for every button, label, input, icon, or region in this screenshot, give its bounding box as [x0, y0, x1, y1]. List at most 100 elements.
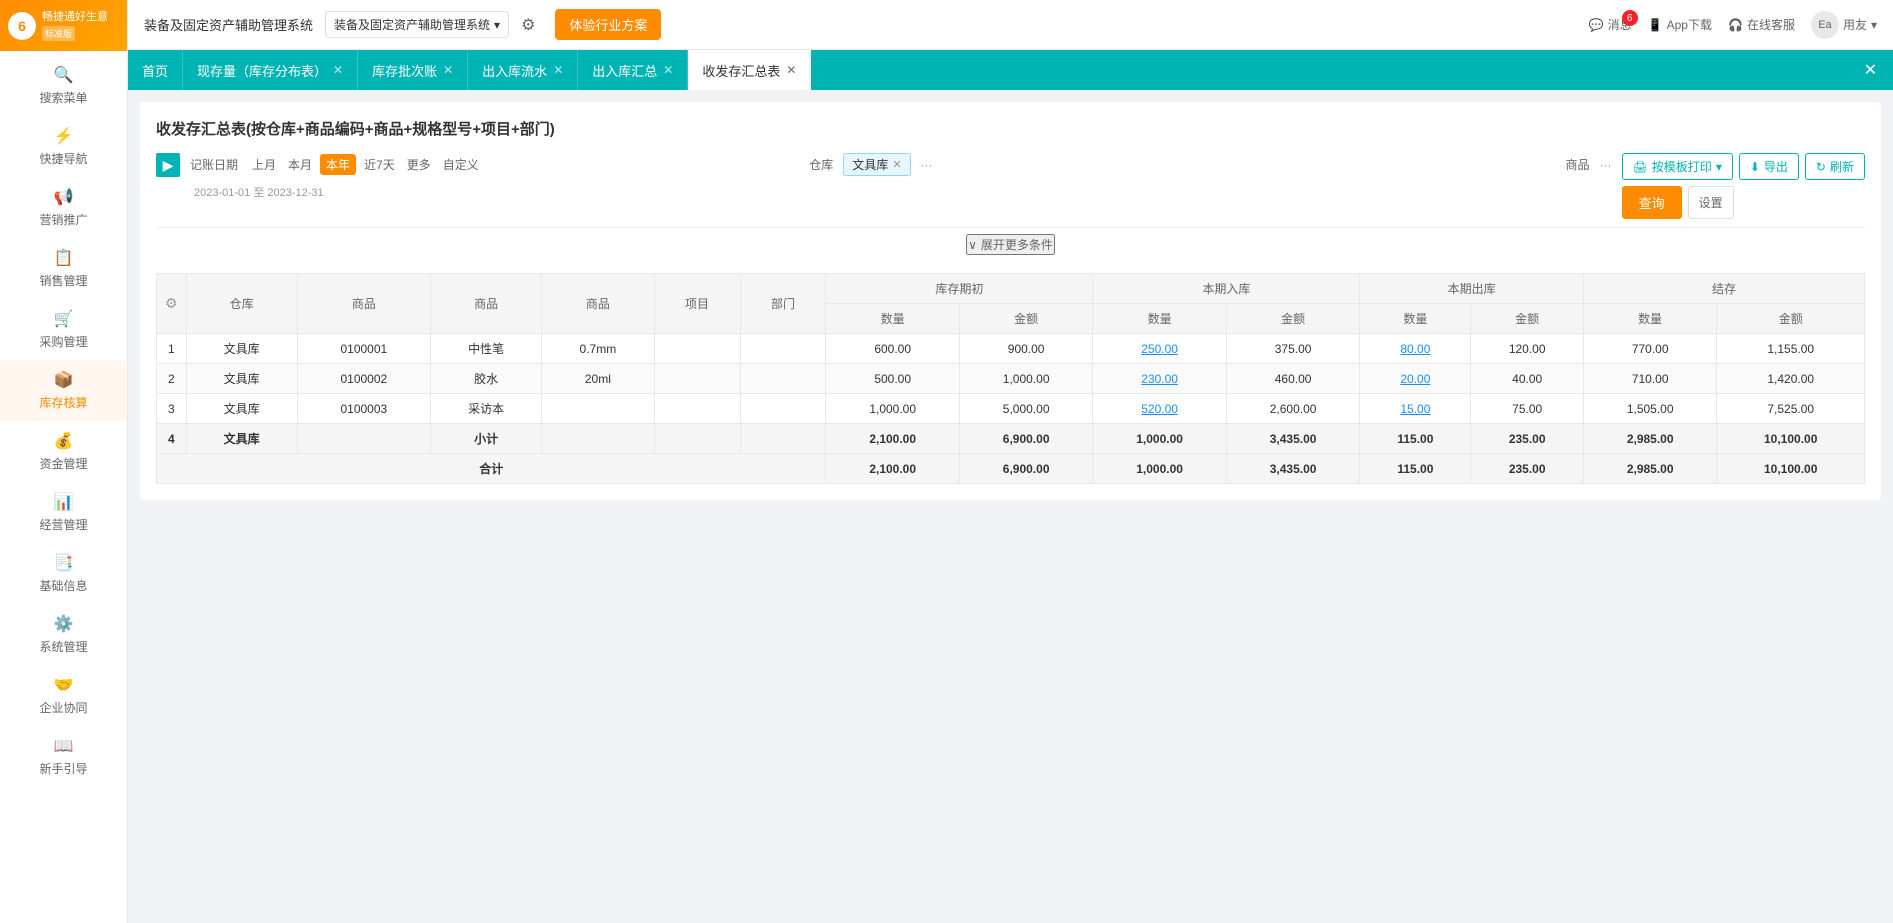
out-qty-link[interactable]: 15.00 — [1400, 402, 1430, 416]
online-service-item[interactable]: 🎧 在线客服 — [1728, 16, 1795, 33]
app-download-label: App下载 — [1667, 16, 1712, 33]
sidebar-item-搜索菜单[interactable]: 🔍搜索菜单 — [0, 55, 127, 116]
in-qty-link[interactable]: 520.00 — [1141, 402, 1178, 416]
out-qty-link[interactable]: 20.00 — [1400, 372, 1430, 386]
sidebar-item-快捷导航[interactable]: ⚡快捷导航 — [0, 116, 127, 177]
user-item[interactable]: Ea 用友 ▾ — [1811, 11, 1877, 39]
row-in-qty: 520.00 — [1093, 394, 1226, 424]
date-btn-this-month[interactable]: 本月 — [284, 154, 316, 175]
footer-label: 合计 — [157, 454, 826, 484]
row-spec — [542, 394, 654, 424]
tab-close-icon[interactable]: ✕ — [443, 63, 453, 77]
tab-收发存汇总表[interactable]: 收发存汇总表✕ — [688, 50, 811, 90]
sidebar-item-基础信息[interactable]: 📑基础信息 — [0, 543, 127, 604]
settings-icon[interactable]: ⚙ — [521, 15, 535, 35]
row-name: 胶水 — [431, 364, 542, 394]
sidebar-icon: 🤝 — [54, 675, 74, 695]
col-spec-header: 商品 — [542, 274, 654, 334]
date-btn-custom[interactable]: 自定义 — [439, 154, 483, 175]
tab-close-icon[interactable]: ✕ — [663, 63, 673, 77]
tab-出入库汇总[interactable]: 出入库汇总✕ — [578, 50, 688, 90]
sidebar-item-label: 基础信息 — [39, 577, 87, 594]
date-btn-7days[interactable]: 近7天 — [360, 154, 399, 175]
export-icon: ⬇ — [1750, 160, 1760, 174]
topbar: 装备及固定资产辅助管理系统 装备及固定资产辅助管理系统 ▾ ⚙ 体验行业方案 💬… — [128, 0, 1893, 50]
row-out-qty: 115.00 — [1360, 424, 1471, 454]
date-btn-more[interactable]: 更多 — [403, 154, 435, 175]
sidebar-item-库存核算[interactable]: 📦库存核算 — [0, 360, 127, 421]
sidebar-item-采购管理[interactable]: 🛒采购管理 — [0, 299, 127, 360]
warehouse-tag-close[interactable]: ✕ — [892, 158, 901, 171]
close-all-tabs-icon[interactable]: ✕ — [1848, 60, 1893, 80]
sidebar-item-销售管理[interactable]: 📋销售管理 — [0, 238, 127, 299]
row-project — [654, 424, 740, 454]
sidebar-item-企业协同[interactable]: 🤝企业协同 — [0, 665, 127, 726]
sidebar-nav: 🔍搜索菜单⚡快捷导航📢营销推广📋销售管理🛒采购管理📦库存核算💰资金管理📊经营管理… — [0, 51, 127, 923]
sidebar-icon: ⚡ — [54, 126, 74, 146]
in-qty-link[interactable]: 250.00 — [1141, 342, 1178, 356]
row-project — [654, 334, 740, 364]
sidebar-item-资金管理[interactable]: 💰资金管理 — [0, 421, 127, 482]
filter-toggle-btn[interactable]: ▶ — [156, 153, 180, 177]
sidebar-item-系统管理[interactable]: ⚙️系统管理 — [0, 604, 127, 665]
expand-more-btn[interactable]: ∨ 展开更多条件 — [966, 234, 1055, 255]
row-project — [654, 364, 740, 394]
warehouse-label: 仓库 — [809, 156, 833, 173]
col-out-header: 本期出库 — [1360, 274, 1584, 304]
tab-close-icon[interactable]: ✕ — [553, 63, 563, 77]
refresh-btn[interactable]: ↻ 刷新 — [1805, 153, 1865, 180]
row-num: 1 — [157, 334, 187, 364]
col-settings: ⚙ — [157, 274, 187, 334]
export-btn[interactable]: ⬇ 导出 — [1739, 153, 1799, 180]
query-btn[interactable]: 查询 — [1622, 186, 1682, 219]
tab-close-icon[interactable]: ✕ — [333, 63, 343, 77]
table-row: 2 文具库 0100002 胶水 20ml 500.00 1,000.00 23… — [157, 364, 1865, 394]
gear-icon[interactable]: ⚙ — [165, 295, 178, 311]
tab-出入库流水[interactable]: 出入库流水✕ — [468, 50, 578, 90]
tab-首页[interactable]: 首页 — [128, 50, 183, 90]
page-title: 收发存汇总表(按仓库+商品编码+商品+规格型号+项目+部门) — [156, 118, 1865, 139]
print-btn[interactable]: 🖨 按模板打印 ▾ — [1622, 153, 1733, 180]
app-download-item[interactable]: 📱 App下载 — [1648, 16, 1712, 33]
table-settings-btn[interactable]: 设置 — [1688, 186, 1734, 219]
row-balance-qty: 710.00 — [1583, 364, 1716, 394]
date-range: 2023-01-01 至 2023-12-31 — [194, 187, 324, 199]
tab-库存批次账[interactable]: 库存批次账✕ — [358, 50, 468, 90]
row-name: 中性笔 — [431, 334, 542, 364]
row-num: 4 — [157, 424, 187, 454]
headset-icon: 🎧 — [1728, 18, 1743, 32]
in-qty-link[interactable]: 230.00 — [1141, 372, 1178, 386]
print-icon: 🖨 — [1633, 160, 1648, 174]
col-opening-amt: 金额 — [959, 304, 1092, 334]
footer-balance-qty: 2,985.00 — [1583, 454, 1716, 484]
sidebar-item-label: 经营管理 — [39, 516, 87, 533]
messages-item[interactable]: 💬 消息 6 — [1589, 16, 1632, 33]
messages-badge: 6 — [1622, 10, 1638, 26]
topbar-system-title: 装备及固定资产辅助管理系统 — [144, 15, 313, 34]
row-dept — [740, 364, 826, 394]
system-dropdown[interactable]: 装备及固定资产辅助管理系统 ▾ — [325, 11, 509, 38]
row-out-amt: 120.00 — [1471, 334, 1584, 364]
row-in-qty: 1,000.00 — [1093, 424, 1226, 454]
footer-in-qty: 1,000.00 — [1093, 454, 1226, 484]
goods-more[interactable]: ··· — [1600, 158, 1612, 172]
col-warehouse-header: 仓库 — [186, 274, 297, 334]
online-service-label: 在线客服 — [1747, 16, 1795, 33]
footer-out-qty: 115.00 — [1360, 454, 1471, 484]
col-in-header: 本期入库 — [1093, 274, 1360, 304]
sidebar-item-营销推广[interactable]: 📢营销推广 — [0, 177, 127, 238]
date-btn-this-year[interactable]: 本年 — [320, 154, 356, 175]
sidebar-item-经营管理[interactable]: 📊经营管理 — [0, 482, 127, 543]
date-btn-last-month[interactable]: 上月 — [248, 154, 280, 175]
avatar: Ea — [1811, 11, 1839, 39]
warehouse-more[interactable]: ··· — [921, 158, 933, 172]
tab-现存量（库存分布表）[interactable]: 现存量（库存分布表）✕ — [183, 50, 358, 90]
tab-close-icon[interactable]: ✕ — [786, 63, 796, 77]
data-table-wrap: ⚙ 仓库 商品 商品 商品 项目 部门 库存期初 本期入库 本期出库 结存 — [156, 273, 1865, 484]
trial-btn[interactable]: 体验行业方案 — [555, 9, 661, 40]
row-balance-amt: 10,100.00 — [1717, 424, 1865, 454]
sidebar-item-新手引导[interactable]: 📖新手引导 — [0, 726, 127, 787]
out-qty-link[interactable]: 80.00 — [1400, 342, 1430, 356]
row-balance-amt: 1,420.00 — [1717, 364, 1865, 394]
row-dept — [740, 424, 826, 454]
